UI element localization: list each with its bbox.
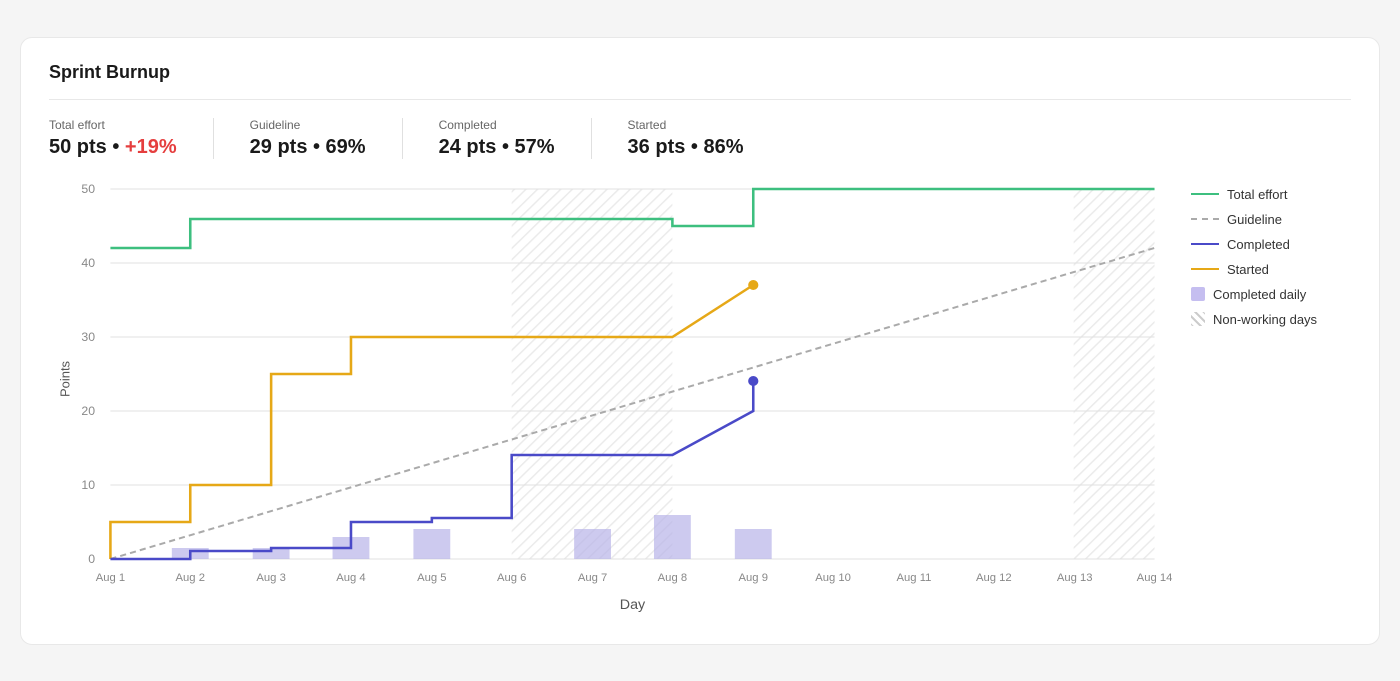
- ylabel-30: 30: [81, 330, 95, 344]
- legend-completed: Completed: [1191, 237, 1351, 252]
- xaxis-label: Day: [620, 597, 646, 613]
- legend-line-started: [1191, 268, 1219, 270]
- legend-started: Started: [1191, 262, 1351, 277]
- legend-line-total-effort: [1191, 193, 1219, 195]
- legend-guideline: Guideline: [1191, 212, 1351, 227]
- ylabel-10: 10: [81, 478, 95, 492]
- bar-aug7: [574, 529, 611, 559]
- metric-value-guideline: 29 pts • 69%: [250, 136, 366, 159]
- chart-wrapper: 0 10 20 30 40 50 Points Aug 1 Aug 2 Aug …: [49, 179, 1175, 624]
- xlabel-aug11: Aug 11: [897, 572, 932, 584]
- page-title: Sprint Burnup: [49, 62, 1351, 100]
- legend-label-guideline: Guideline: [1227, 212, 1282, 227]
- nonworking-days-1: [512, 189, 673, 559]
- legend-line-guideline: [1191, 218, 1219, 220]
- metric-guideline: Guideline 29 pts • 69%: [250, 118, 403, 159]
- metric-extra-total-effort: +19%: [125, 136, 177, 158]
- xlabel-aug13: Aug 13: [1057, 572, 1093, 584]
- ylabel-50: 50: [81, 182, 95, 196]
- burnup-chart: 0 10 20 30 40 50 Points Aug 1 Aug 2 Aug …: [49, 179, 1175, 619]
- xlabel-aug1: Aug 1: [96, 572, 125, 584]
- metric-value-completed: 24 pts • 57%: [439, 136, 555, 159]
- sprint-burnup-card: Sprint Burnup Total effort 50 pts • +19%…: [20, 37, 1380, 645]
- xlabel-aug2: Aug 2: [176, 572, 205, 584]
- metric-completed: Completed 24 pts • 57%: [439, 118, 592, 159]
- xlabel-aug5: Aug 5: [417, 572, 446, 584]
- yaxis-label: Points: [57, 360, 72, 397]
- metric-label-completed: Completed: [439, 118, 555, 132]
- metric-label-total-effort: Total effort: [49, 118, 177, 132]
- legend-label-completed-daily: Completed daily: [1213, 287, 1306, 302]
- metric-label-started: Started: [628, 118, 744, 132]
- legend-hatch-nonworking: [1191, 312, 1205, 326]
- legend-label-started: Started: [1227, 262, 1269, 277]
- xlabel-aug6: Aug 6: [497, 572, 526, 584]
- xlabel-aug4: Aug 4: [336, 572, 365, 584]
- completed-endpoint: [748, 376, 758, 386]
- ylabel-0: 0: [88, 552, 95, 566]
- metric-total-effort: Total effort 50 pts • +19%: [49, 118, 214, 159]
- metric-value-total-effort: 50 pts • +19%: [49, 136, 177, 159]
- xlabel-aug14: Aug 14: [1137, 572, 1173, 584]
- xlabel-aug9: Aug 9: [739, 572, 768, 584]
- bar-aug8: [654, 515, 691, 559]
- xlabel-aug8: Aug 8: [658, 572, 687, 584]
- nonworking-days-2: [1074, 189, 1155, 559]
- ylabel-40: 40: [81, 256, 95, 270]
- ylabel-20: 20: [81, 404, 95, 418]
- legend-nonworking: Non-working days: [1191, 312, 1351, 327]
- legend-square-completed-daily: [1191, 287, 1205, 301]
- legend-line-completed: [1191, 243, 1219, 245]
- legend-total-effort: Total effort: [1191, 187, 1351, 202]
- chart-area: 0 10 20 30 40 50 Points Aug 1 Aug 2 Aug …: [49, 179, 1351, 624]
- legend-label-completed: Completed: [1227, 237, 1290, 252]
- legend-label-nonworking: Non-working days: [1213, 312, 1317, 327]
- metric-started: Started 36 pts • 86%: [628, 118, 780, 159]
- bar-aug9: [735, 529, 772, 559]
- metrics-row: Total effort 50 pts • +19% Guideline 29 …: [49, 118, 1351, 159]
- bar-aug5: [413, 529, 450, 559]
- metric-value-started: 36 pts • 86%: [628, 136, 744, 159]
- legend-completed-daily: Completed daily: [1191, 287, 1351, 302]
- legend-label-total-effort: Total effort: [1227, 187, 1287, 202]
- chart-legend: Total effort Guideline Completed Started…: [1191, 179, 1351, 624]
- xlabel-aug12: Aug 12: [976, 572, 1012, 584]
- xlabel-aug3: Aug 3: [256, 572, 285, 584]
- metric-label-guideline: Guideline: [250, 118, 366, 132]
- started-endpoint: [748, 280, 758, 290]
- xlabel-aug10: Aug 10: [815, 572, 851, 584]
- xlabel-aug7: Aug 7: [578, 572, 607, 584]
